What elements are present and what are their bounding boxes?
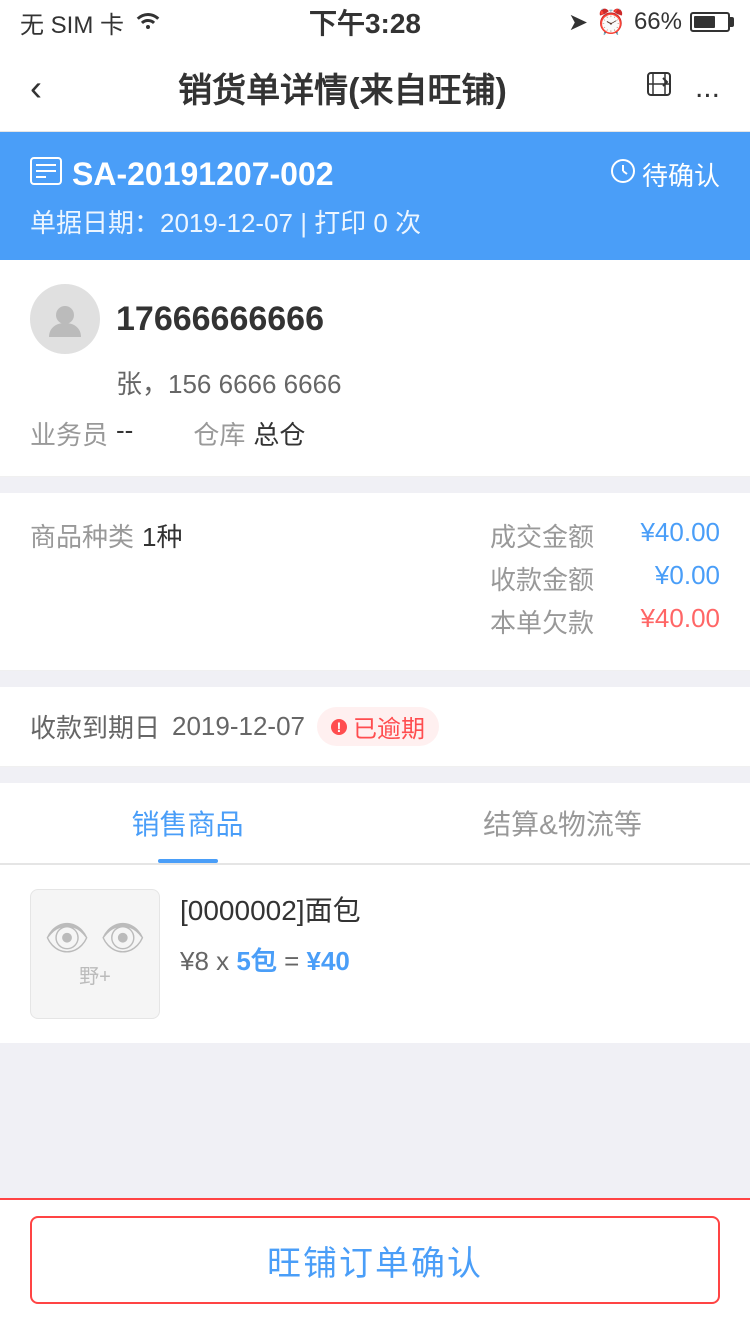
product-info: [0000002]面包 ¥8 x 5包 = ¥40 [180, 889, 720, 978]
order-id: SA-20191207-002 [30, 156, 334, 193]
more-options-icon[interactable]: ... [695, 71, 720, 105]
back-button[interactable]: ‹ [30, 67, 42, 109]
battery-percent: 66% [634, 8, 682, 36]
customer-meta: 业务员 -- 仓库 总仓 [30, 415, 720, 452]
page-title: 销货单详情(来自旺铺) [178, 63, 507, 112]
order-icon [30, 156, 62, 193]
product-image: 👁 👁 野+ [30, 889, 160, 1019]
status-left: 无 SIM 卡 [20, 5, 162, 40]
due-date-section: 收款到期日 2019-12-07 ! 已逾期 [0, 687, 750, 767]
wifi-icon [134, 8, 162, 36]
avatar [30, 284, 100, 354]
warehouse-field: 仓库 总仓 [193, 415, 305, 452]
overdue-text: 已逾期 [353, 709, 425, 744]
product-quantity: 5包 [236, 946, 276, 976]
product-times-icon: x [216, 946, 236, 976]
due-date-value: 2019-12-07 [172, 711, 305, 742]
status-right: ➤ ⏰ 66% [568, 8, 730, 37]
product-equals-icon: = [284, 946, 306, 976]
carrier-label: 无 SIM 卡 [20, 5, 124, 40]
status-bar: 无 SIM 卡 下午3:28 ➤ ⏰ 66% [0, 0, 750, 44]
overdue-dot-icon: ! [331, 719, 347, 735]
status-time: 下午3:28 [309, 2, 421, 42]
sales-rep-field: 业务员 -- [30, 415, 133, 452]
product-types-label: 商品种类 [30, 517, 134, 554]
deal-amount-value: ¥40.00 [610, 517, 720, 554]
order-header: SA-20191207-002 待确认 单据日期：2019-12-07 | 打印… [0, 132, 750, 260]
alarm-icon: ⏰ [596, 8, 626, 37]
due-amount-row: 本单欠款 ¥40.00 [490, 603, 720, 640]
tabs-section: 销售商品 结算&物流等 [0, 783, 750, 865]
share-icon[interactable] [643, 68, 675, 108]
clock-icon [610, 158, 636, 191]
product-types-value: 1种 [142, 517, 182, 554]
due-amount-value: ¥40.00 [610, 603, 720, 640]
location-icon: ➤ [568, 8, 588, 37]
order-status-badge: 待确认 [610, 156, 720, 193]
due-date-label: 收款到期日 [30, 708, 160, 745]
product-price: ¥8 [180, 946, 209, 976]
collected-amount-value: ¥0.00 [610, 560, 720, 597]
tabs-row: 销售商品 结算&物流等 [0, 783, 750, 863]
due-amount-label: 本单欠款 [490, 603, 594, 640]
customer-phone: 17666666666 [116, 300, 324, 339]
collected-amount-label: 收款金额 [490, 560, 594, 597]
product-logo-plus: 野+ [79, 960, 111, 989]
customer-name: 张，156 6666 6666 [116, 364, 720, 401]
battery-icon [690, 12, 730, 32]
overdue-badge: ! 已逾期 [317, 707, 439, 746]
deal-amount-row: 成交金额 ¥40.00 [490, 517, 720, 554]
tab-settlement[interactable]: 结算&物流等 [375, 783, 750, 863]
nav-actions: ... [643, 68, 720, 108]
collected-amount-row: 收款金额 ¥0.00 [490, 560, 720, 597]
tab-sales-goods[interactable]: 销售商品 [0, 783, 375, 863]
product-types-field: 商品种类 1种 [30, 517, 182, 554]
products-section: 👁 👁 野+ [0000002]面包 ¥8 x 5包 = ¥40 [0, 865, 750, 1043]
deal-amount-label: 成交金额 [490, 517, 594, 554]
product-logo-icon: 👁 👁 [44, 920, 145, 956]
customer-section: 17666666666 张，156 6666 6666 业务员 -- 仓库 总仓 [0, 260, 750, 477]
product-calculation: ¥8 x 5包 = ¥40 [180, 941, 720, 978]
confirm-order-button[interactable]: 旺铺订单确认 [30, 1216, 720, 1304]
product-item: 👁 👁 野+ [0000002]面包 ¥8 x 5包 = ¥40 [30, 889, 720, 1019]
bottom-bar: 旺铺订单确认 [0, 1198, 750, 1334]
warehouse-label: 仓库 [193, 415, 245, 452]
warehouse-value: 总仓 [253, 415, 305, 452]
sales-rep-value: -- [116, 415, 133, 452]
sales-rep-label: 业务员 [30, 415, 108, 452]
product-name: [0000002]面包 [180, 889, 720, 929]
nav-bar: ‹ 销货单详情(来自旺铺) ... [0, 44, 750, 132]
product-total: ¥40 [307, 946, 350, 976]
amounts-section: 成交金额 ¥40.00 收款金额 ¥0.00 本单欠款 ¥40.00 [490, 517, 720, 646]
summary-section: 商品种类 1种 成交金额 ¥40.00 收款金额 ¥0.00 本单欠款 ¥40.… [0, 493, 750, 671]
order-date: 单据日期：2019-12-07 | 打印 0 次 [30, 203, 720, 240]
